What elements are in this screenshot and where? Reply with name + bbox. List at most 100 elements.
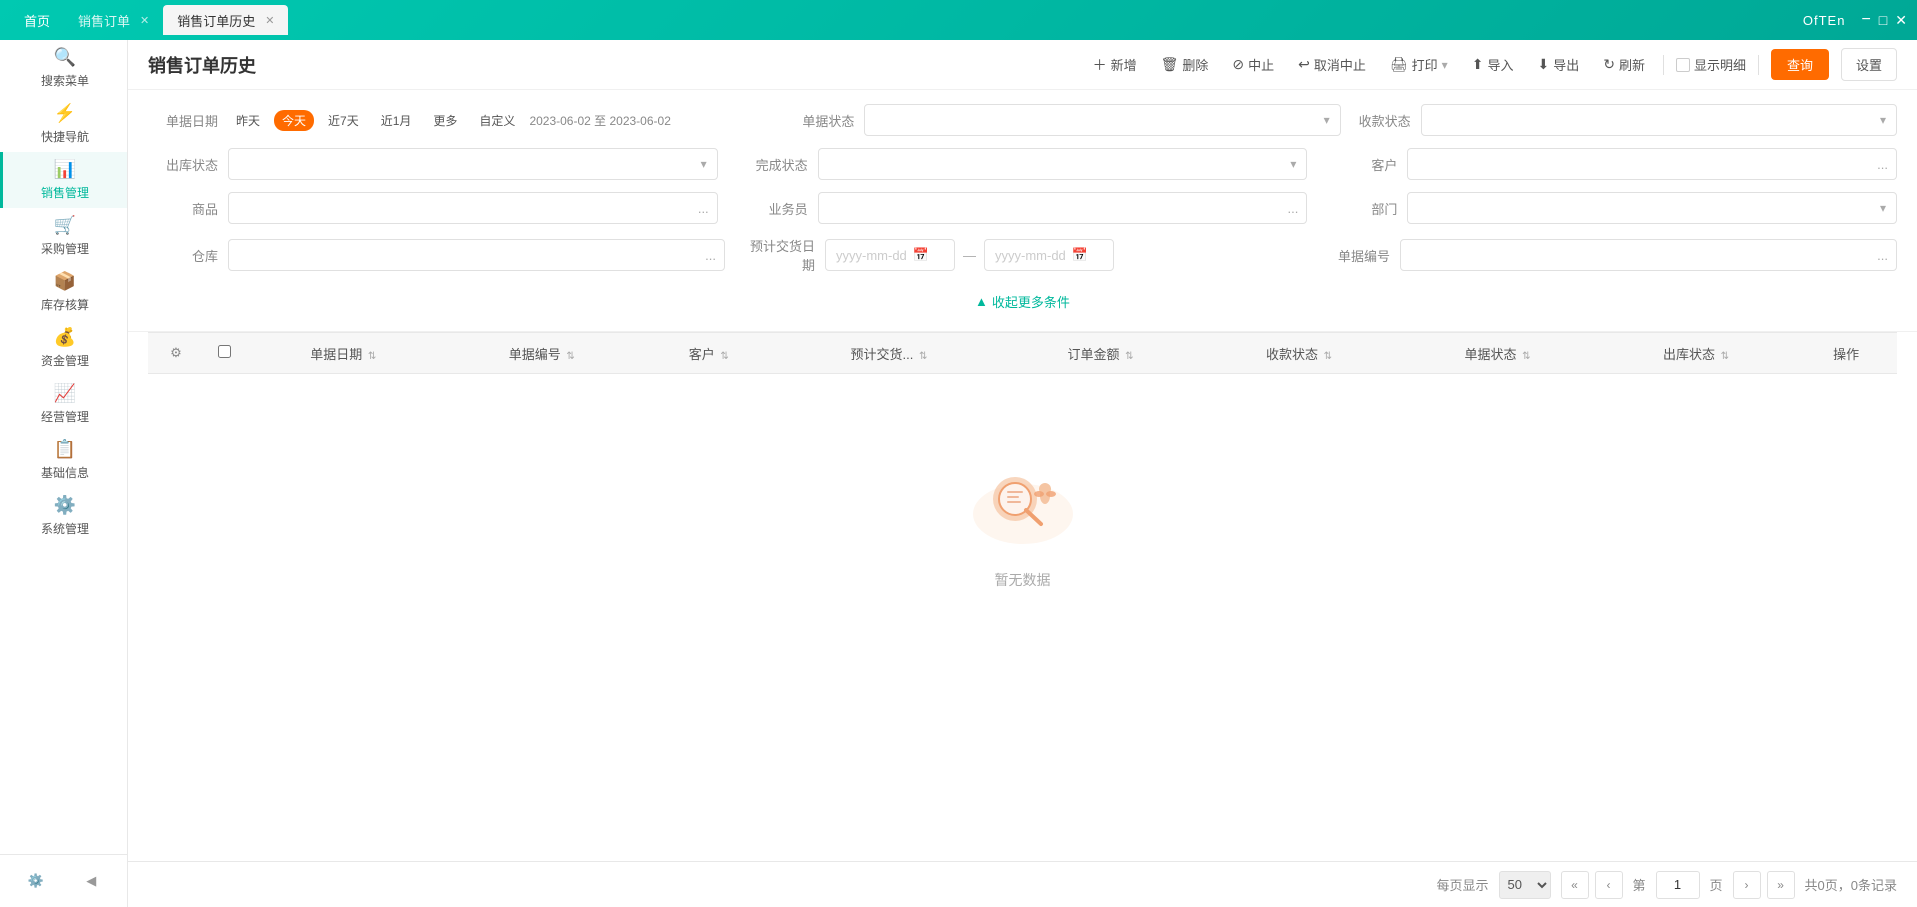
sidebar-search-menu-label: 搜索菜单 (41, 72, 89, 89)
order-no-label: 单据编号 (1320, 246, 1400, 265)
table-header: ⚙ 单据日期 ⇅ 单据编号 ⇅ (148, 333, 1897, 374)
sort-outbound-icon[interactable]: ⇅ (1721, 351, 1729, 362)
settings-button[interactable]: 设置 (1841, 48, 1897, 81)
tab-sales-history[interactable]: 销售订单历史 ✕ (163, 5, 288, 35)
sort-payment-icon[interactable]: ⇅ (1324, 351, 1332, 362)
date-btn-more[interactable]: 更多 (425, 110, 465, 131)
customer-input[interactable] (1407, 148, 1897, 180)
calendar-from-icon: 📅 (913, 247, 929, 263)
expected-date-range: yyyy-mm-dd 📅 — yyyy-mm-dd 📅 (825, 239, 1300, 271)
date-btn-7days[interactable]: 近7天 (320, 110, 367, 131)
order-status-filter: 单据状态 ▾ (784, 104, 1340, 136)
sidebar-item-inventory[interactable]: 📦 库存核算 (0, 264, 127, 320)
content-area: 销售订单历史 ＋ 新增 🗑 删除 ⊘ 中止 ↩ 取消中止 (128, 40, 1917, 907)
toolbar-divider (1663, 55, 1664, 75)
order-status-label: 单据状态 (784, 111, 864, 130)
collapse-row: ▲ 收起更多条件 (148, 286, 1897, 317)
completion-status-chevron: ▾ (1290, 157, 1296, 171)
last-page-button[interactable]: » (1767, 871, 1795, 899)
sidebar-collapse-button[interactable]: ◀ (73, 863, 109, 899)
maximize-button[interactable]: □ (1879, 12, 1887, 28)
operations-icon: 📈 (54, 383, 76, 404)
minimize-button[interactable]: − (1861, 11, 1870, 29)
sidebar-item-base-info[interactable]: 📋 基础信息 (0, 432, 127, 488)
tab-home[interactable]: 首页 (10, 5, 64, 35)
sidebar-item-search-menu[interactable]: 🔍 搜索菜单 (0, 40, 127, 96)
query-button[interactable]: 查询 (1771, 49, 1829, 80)
payment-status-select[interactable]: ▾ (1421, 104, 1897, 136)
delete-label: 删除 (1182, 55, 1208, 74)
cancel-stop-icon: ↩ (1298, 56, 1310, 73)
delivery-status-select[interactable]: ▾ (228, 148, 718, 180)
table-settings-button[interactable]: ⚙ (156, 333, 196, 373)
filter-area: 单据日期 昨天 今天 近7天 近1月 更多 自定义 2023-06-02 至 2… (128, 90, 1917, 332)
salesperson-label: 业务员 (738, 199, 818, 218)
department-select[interactable]: ▾ (1407, 192, 1897, 224)
empty-state: 暂无数据 (148, 374, 1897, 670)
close-button[interactable]: ✕ (1895, 12, 1907, 29)
th-customer-label: 客户 (689, 347, 715, 362)
date-separator: — (963, 248, 976, 263)
filter-row-1: 单据日期 昨天 今天 近7天 近1月 更多 自定义 2023-06-02 至 2… (148, 104, 1897, 136)
salesperson-input[interactable] (818, 192, 1308, 224)
sort-amount-icon[interactable]: ⇅ (1125, 351, 1133, 362)
product-label: 商品 (148, 199, 228, 218)
date-btn-today[interactable]: 今天 (274, 110, 314, 131)
sort-customer-icon[interactable]: ⇅ (720, 351, 728, 362)
sidebar-item-sales-mgmt[interactable]: 📊 销售管理 (0, 152, 127, 208)
show-detail-checkbox[interactable]: 显示明细 (1676, 55, 1746, 74)
purchase-mgmt-icon: 🛒 (54, 215, 76, 236)
sidebar-system-label: 系统管理 (41, 520, 89, 537)
export-icon: ⬇ (1537, 56, 1549, 73)
import-button[interactable]: ⬆ 导入 (1466, 51, 1520, 78)
refresh-button[interactable]: ↻ 刷新 (1597, 51, 1651, 78)
sidebar-settings-button[interactable]: ⚙️ (18, 863, 54, 899)
warehouse-input[interactable] (228, 239, 725, 271)
date-btn-custom[interactable]: 自定义 (471, 110, 523, 131)
th-action: 操作 (1795, 333, 1897, 374)
delete-button[interactable]: 🗑 删除 (1155, 51, 1215, 78)
collapse-button[interactable]: ▲ 收起更多条件 (971, 288, 1074, 315)
date-btn-yesterday[interactable]: 昨天 (228, 110, 268, 131)
product-input[interactable] (228, 192, 718, 224)
sidebar-item-finance[interactable]: 💰 资金管理 (0, 320, 127, 376)
per-page-select[interactable]: 50 10 20 100 (1499, 871, 1551, 899)
show-detail-label: 显示明细 (1694, 55, 1746, 74)
sidebar-item-system[interactable]: ⚙️ 系统管理 (0, 488, 127, 544)
tab-sales-order[interactable]: 销售订单 ✕ (64, 5, 163, 35)
th-date: 单据日期 ⇅ (244, 333, 443, 374)
sort-delivery-icon[interactable]: ⇅ (919, 351, 927, 362)
select-all-checkbox[interactable] (218, 345, 231, 358)
expected-date-from[interactable]: yyyy-mm-dd 📅 (825, 239, 955, 271)
sort-date-icon[interactable]: ⇅ (368, 351, 376, 362)
department-chevron: ▾ (1880, 201, 1886, 215)
delivery-status-label: 出库状态 (148, 155, 228, 174)
tab-sales-order-close[interactable]: ✕ (140, 14, 149, 27)
toolbar: ＋ 新增 🗑 删除 ⊘ 中止 ↩ 取消中止 🖨 打印 (1087, 48, 1897, 81)
import-icon: ⬆ (1472, 56, 1484, 73)
tab-sales-history-close[interactable]: ✕ (265, 14, 274, 27)
sidebar-item-purchase-mgmt[interactable]: 🛒 采购管理 (0, 208, 127, 264)
page-input[interactable] (1656, 871, 1700, 899)
quick-nav-icon: ⚡ (54, 103, 76, 124)
stop-button[interactable]: ⊘ 中止 (1226, 51, 1280, 78)
date-filter-group: 昨天 今天 近7天 近1月 更多 自定义 2023-06-02 至 2023-0… (228, 110, 784, 131)
completion-status-select[interactable]: ▾ (818, 148, 1308, 180)
checkbox-icon (1676, 58, 1690, 72)
sidebar-item-operations[interactable]: 📈 经营管理 (0, 376, 127, 432)
date-btn-1month[interactable]: 近1月 (373, 110, 420, 131)
expected-date-to[interactable]: yyyy-mm-dd 📅 (984, 239, 1114, 271)
order-no-input[interactable] (1400, 239, 1897, 271)
sort-status-icon[interactable]: ⇅ (1522, 351, 1530, 362)
new-button[interactable]: ＋ 新增 (1087, 51, 1143, 79)
print-button[interactable]: 🖨 打印 ▾ (1384, 51, 1454, 78)
sidebar-item-quick-nav[interactable]: ⚡ 快捷导航 (0, 96, 127, 152)
export-button[interactable]: ⬇ 导出 (1531, 51, 1585, 78)
next-page-button[interactable]: › (1733, 871, 1761, 899)
sort-number-icon[interactable]: ⇅ (566, 351, 574, 362)
prev-page-button[interactable]: ‹ (1595, 871, 1623, 899)
cancel-stop-button[interactable]: ↩ 取消中止 (1292, 51, 1372, 78)
order-status-select[interactable]: ▾ (864, 104, 1340, 136)
sidebar-inventory-label: 库存核算 (41, 296, 89, 313)
first-page-button[interactable]: « (1561, 871, 1589, 899)
